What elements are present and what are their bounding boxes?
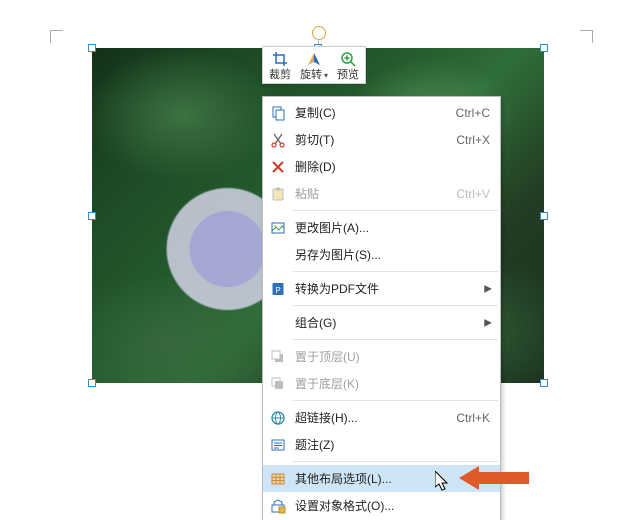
menu-item[interactable]: 另存为图片(S)... (263, 241, 500, 268)
crop-button[interactable]: 裁剪 (263, 47, 297, 83)
menu-item[interactable]: 超链接(H)... Ctrl+K (263, 404, 500, 431)
pdf-icon: P (269, 280, 287, 298)
image-context-menu: 复制(C) Ctrl+C 剪切(T) Ctrl+X 删除(D) 粘贴 Ctrl+V 更改图片(… (262, 96, 501, 520)
page-corner-top-left (50, 30, 63, 43)
menu-item: 粘贴 Ctrl+V (263, 180, 500, 207)
resize-handle-l[interactable] (88, 212, 96, 220)
menu-item[interactable]: 设置对象格式(O)... (263, 492, 500, 519)
menu-item[interactable]: 题注(Z) (263, 431, 500, 458)
menu-item-shortcut: Ctrl+K (456, 411, 490, 425)
rotation-handle[interactable] (312, 26, 326, 40)
resize-handle-tr[interactable] (540, 44, 548, 52)
page-corner-top-right (580, 30, 593, 43)
menu-item-shortcut: Ctrl+X (456, 133, 490, 147)
resize-handle-bl[interactable] (88, 379, 96, 387)
menu-item-label: 复制(C) (295, 104, 336, 121)
menu-item[interactable]: 复制(C) Ctrl+C (263, 99, 500, 126)
menu-item[interactable]: 其他布局选项(L)... (263, 465, 500, 492)
menu-item-label: 题注(Z) (295, 436, 334, 453)
menu-item-label: 删除(D) (295, 158, 336, 175)
submenu-arrow-icon: ▶ (484, 283, 492, 294)
menu-item[interactable]: 剪切(T) Ctrl+X (263, 126, 500, 153)
rotate-icon (297, 50, 331, 68)
menu-item-shortcut: Ctrl+C (456, 106, 490, 120)
crop-label: 裁剪 (269, 69, 291, 81)
copy-icon (269, 104, 287, 122)
cut-icon (269, 131, 287, 149)
menu-separator (293, 400, 498, 401)
menu-item-shortcut: Ctrl+V (456, 187, 490, 201)
menu-item-label: 其他布局选项(L)... (295, 470, 392, 487)
menu-item[interactable]: 组合(G) ▶ (263, 309, 500, 336)
format-icon (269, 497, 287, 515)
menu-item[interactable]: P 转换为PDF文件 ▶ (263, 275, 500, 302)
paste-icon (269, 185, 287, 203)
menu-item-label: 置于底层(K) (295, 375, 359, 392)
resize-handle-br[interactable] (540, 379, 548, 387)
crop-icon (263, 50, 297, 68)
zoom-in-icon (331, 50, 365, 68)
menu-item-label: 超链接(H)... (295, 409, 358, 426)
caption-icon (269, 436, 287, 454)
image-mini-toolbar: 裁剪 旋转▾ 预览 (262, 46, 366, 84)
resize-handle-tl[interactable] (88, 44, 96, 52)
menu-item-label: 组合(G) (295, 314, 336, 331)
send-back-icon (269, 375, 287, 393)
submenu-arrow-icon: ▶ (484, 317, 492, 328)
menu-item-label: 置于顶层(U) (295, 348, 360, 365)
bring-front-icon (269, 348, 287, 366)
delete-icon (269, 158, 287, 176)
menu-item-label: 粘贴 (295, 185, 319, 202)
rotate-label: 旋转▾ (300, 69, 328, 81)
menu-item-label: 另存为图片(S)... (295, 246, 381, 263)
menu-separator (293, 210, 498, 211)
menu-separator (293, 339, 498, 340)
menu-item: 置于底层(K) (263, 370, 500, 397)
layout-icon (269, 470, 287, 488)
menu-item-label: 更改图片(A)... (295, 219, 369, 236)
preview-button[interactable]: 预览 (331, 47, 365, 83)
menu-separator (293, 461, 498, 462)
resize-handle-r[interactable] (540, 212, 548, 220)
blank-icon (269, 246, 287, 264)
menu-separator (293, 305, 498, 306)
menu-item: 置于顶层(U) (263, 343, 500, 370)
menu-item-label: 转换为PDF文件 (295, 280, 379, 297)
rotate-button[interactable]: 旋转▾ (297, 47, 331, 83)
svg-text:P: P (275, 286, 280, 295)
menu-item-label: 设置对象格式(O)... (295, 497, 394, 514)
hyperlink-icon (269, 409, 287, 427)
change-pic-icon (269, 219, 287, 237)
menu-separator (293, 271, 498, 272)
menu-item-label: 剪切(T) (295, 131, 334, 148)
menu-item[interactable]: 更改图片(A)... (263, 214, 500, 241)
menu-item[interactable]: 删除(D) (263, 153, 500, 180)
preview-label: 预览 (337, 69, 359, 81)
blank-icon (269, 314, 287, 332)
